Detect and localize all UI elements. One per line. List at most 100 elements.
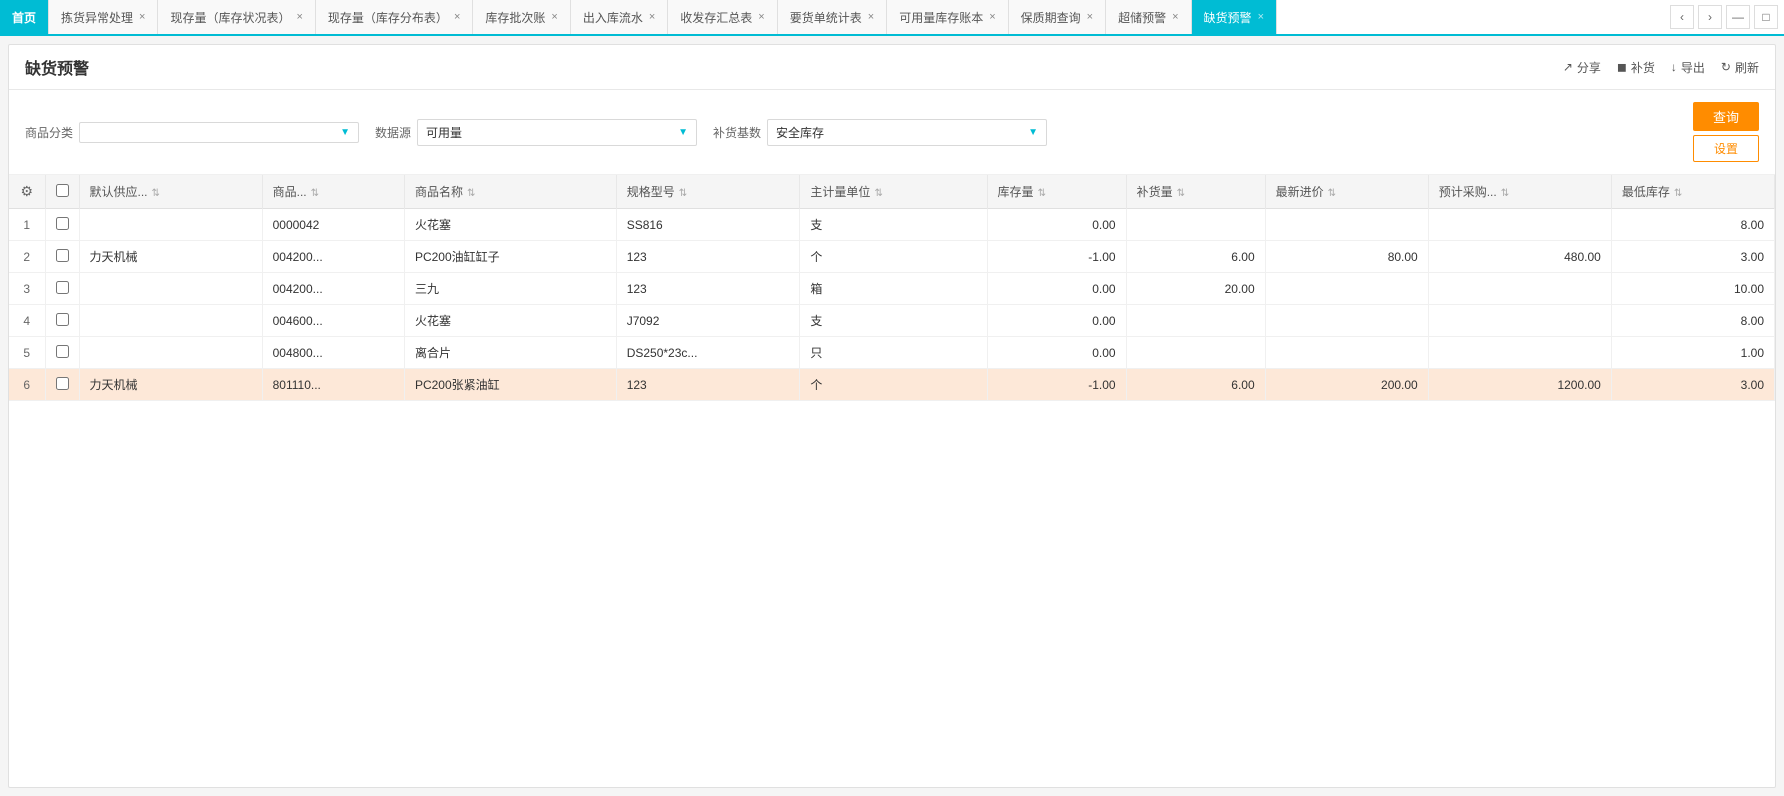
tab-1[interactable]: 拣货异常处理 × [49,0,158,34]
row-check-0[interactable] [45,209,79,241]
tab-11[interactable]: 缺货预警 × [1192,0,1277,34]
tab-9[interactable]: 保质期查询 × [1009,0,1106,34]
row-stock-0: 0.00 [987,209,1126,241]
tab-8-close[interactable]: × [989,11,995,23]
row-supplier-4 [79,337,262,369]
row-replenish-3 [1126,305,1265,337]
refresh-button[interactable]: ↻ 刷新 [1721,59,1759,76]
row-replenish-4 [1126,337,1265,369]
page-title: 缺货预警 [25,55,1563,79]
tab-7[interactable]: 要货单统计表 × [778,0,887,34]
row-code-0: 0000042 [262,209,404,241]
column-min-stock[interactable]: 最低库存⇅ [1611,175,1774,209]
tab-2[interactable]: 现存量（库存状况表） × [158,0,315,34]
tab-7-close[interactable]: × [868,11,874,23]
column-name[interactable]: 商品名称⇅ [404,175,616,209]
row-check-3[interactable] [45,305,79,337]
replenish-base-select[interactable]: 安全库存 ▼ [767,119,1047,146]
column-stock[interactable]: 库存量⇅ [987,175,1126,209]
tab-5-close[interactable]: × [649,11,655,23]
tab-10-close[interactable]: × [1172,11,1178,23]
row-unit-0: 支 [800,209,987,241]
settings-button[interactable]: 设置 [1693,135,1759,162]
tab-prev-button[interactable]: ‹ [1670,5,1694,29]
tab-11-close[interactable]: × [1258,11,1264,23]
tab-8-label: 可用量库存账本 [899,9,983,26]
tab-5[interactable]: 出入库流水 × [571,0,668,34]
category-filter-group: 商品分类 ▼ [25,122,359,143]
column-gear[interactable]: ⚙ [9,175,45,209]
datasource-select[interactable]: 可用量 ▼ [417,119,697,146]
row-latest-price-5: 200.00 [1265,369,1428,401]
row-check-4[interactable] [45,337,79,369]
tab-2-label: 现存量（库存状况表） [170,9,290,26]
row-code-5: 801110... [262,369,404,401]
row-supplier-0 [79,209,262,241]
replenish-button[interactable]: ◼ 补货 [1617,59,1655,76]
row-unit-3: 支 [800,305,987,337]
category-chevron-icon: ▼ [340,127,350,138]
table-body: 1 0000042 火花塞 SS816 支 0.00 8.00 2 力天机械 0… [9,209,1775,401]
row-name-4: 离合片 [404,337,616,369]
row-name-0: 火花塞 [404,209,616,241]
select-all-checkbox[interactable] [56,184,69,197]
tab-3-close[interactable]: × [454,11,460,23]
tab-next-button[interactable]: › [1698,5,1722,29]
tab-2-close[interactable]: × [296,11,302,23]
tab-6-label: 收发存汇总表 [680,9,752,26]
row-spec-0: SS816 [616,209,800,241]
row-checkbox-4[interactable] [56,345,69,358]
category-select[interactable]: ▼ [79,122,359,143]
column-replenish[interactable]: 补货量⇅ [1126,175,1265,209]
row-est-purchase-1: 480.00 [1428,241,1611,273]
share-button[interactable]: ↗ 分享 [1563,59,1601,76]
replenish-base-label: 补货基数 [713,124,761,141]
share-icon: ↗ [1563,60,1573,74]
tab-4[interactable]: 库存批次账 × [473,0,570,34]
tab-10[interactable]: 超储预警 × [1106,0,1191,34]
tab-maximize-button[interactable]: □ [1754,5,1778,29]
row-checkbox-3[interactable] [56,313,69,326]
row-checkbox-1[interactable] [56,249,69,262]
row-latest-price-3 [1265,305,1428,337]
row-latest-price-4 [1265,337,1428,369]
category-label: 商品分类 [25,124,73,141]
row-num-1: 2 [9,241,45,273]
header-actions: ↗ 分享 ◼ 补货 ↓ 导出 ↻ 刷新 [1563,59,1759,76]
tab-9-close[interactable]: × [1087,11,1093,23]
tab-3[interactable]: 现存量（库存分布表） × [316,0,473,34]
column-unit[interactable]: 主计量单位⇅ [800,175,987,209]
gear-icon[interactable]: ⚙ [20,183,33,199]
row-stock-2: 0.00 [987,273,1126,305]
column-checkbox [45,175,79,209]
row-check-1[interactable] [45,241,79,273]
tab-1-close[interactable]: × [139,11,145,23]
name-sort-icon: ⇅ [467,188,475,199]
row-replenish-0 [1126,209,1265,241]
datasource-value: 可用量 [426,124,462,141]
tab-4-close[interactable]: × [551,11,557,23]
row-check-2[interactable] [45,273,79,305]
row-name-2: 三九 [404,273,616,305]
row-checkbox-0[interactable] [56,217,69,230]
column-latest-price[interactable]: 最新进价⇅ [1265,175,1428,209]
column-supplier[interactable]: 默认供应...⇅ [79,175,262,209]
tab-home[interactable]: 首页 [0,0,49,34]
export-button[interactable]: ↓ 导出 [1671,59,1705,76]
row-checkbox-5[interactable] [56,377,69,390]
row-spec-4: DS250*23c... [616,337,800,369]
tab-6-close[interactable]: × [758,11,764,23]
tab-6[interactable]: 收发存汇总表 × [668,0,777,34]
row-checkbox-2[interactable] [56,281,69,294]
tab-bar: 首页 拣货异常处理 × 现存量（库存状况表） × 现存量（库存分布表） × 库存… [0,0,1784,36]
refresh-icon: ↻ [1721,60,1731,74]
replenish-base-chevron-icon: ▼ [1028,127,1038,138]
tab-minimize-button[interactable]: — [1726,5,1750,29]
tab-4-label: 库存批次账 [485,9,545,26]
query-button[interactable]: 查询 [1693,102,1759,131]
column-code[interactable]: 商品...⇅ [262,175,404,209]
row-check-5[interactable] [45,369,79,401]
tab-8[interactable]: 可用量库存账本 × [887,0,1008,34]
column-est-purchase[interactable]: 预计采购...⇅ [1428,175,1611,209]
column-spec[interactable]: 规格型号⇅ [616,175,800,209]
